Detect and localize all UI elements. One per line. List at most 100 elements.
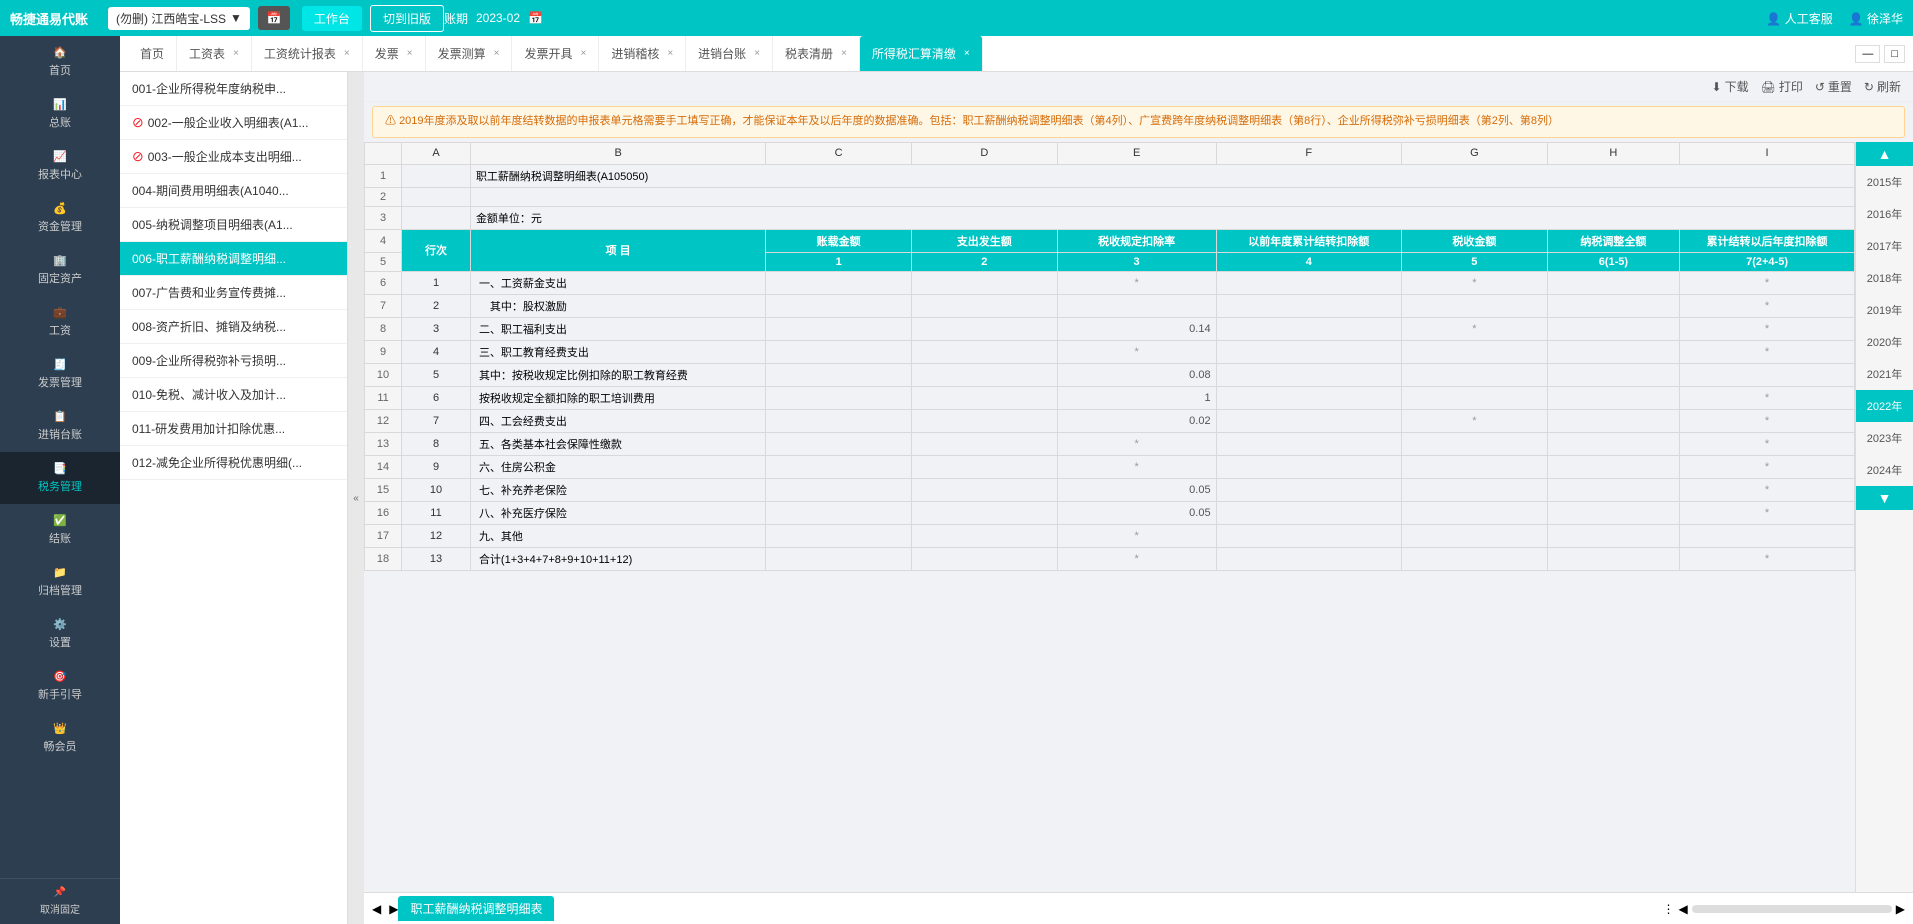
cell-e13[interactable]: *	[1057, 432, 1216, 455]
spreadsheet-container[interactable]: A B C D E F G H I	[364, 142, 1855, 892]
seq-10[interactable]: 5	[402, 363, 471, 386]
cell-g17[interactable]	[1402, 524, 1548, 547]
cell-d11[interactable]	[911, 386, 1057, 409]
cell-d16[interactable]	[911, 501, 1057, 524]
form-item-006[interactable]: 006-职工薪酬纳税调整明细...	[120, 242, 347, 276]
cell-c13[interactable]	[766, 432, 912, 455]
cell-i13[interactable]: *	[1680, 432, 1855, 455]
cell-d15[interactable]	[911, 478, 1057, 501]
cell-c18[interactable]	[766, 547, 912, 570]
cell-g8[interactable]: *	[1402, 317, 1548, 340]
cell-e18[interactable]: *	[1057, 547, 1216, 570]
label-17[interactable]: 九、其他	[470, 524, 765, 547]
cell-c11[interactable]	[766, 386, 912, 409]
cell-g16[interactable]	[1402, 501, 1548, 524]
cell-g9[interactable]	[1402, 340, 1548, 363]
cell-g12[interactable]: *	[1402, 409, 1548, 432]
label-18[interactable]: 合计(1+3+4+7+8+9+10+11+12)	[470, 547, 765, 570]
form-item-007[interactable]: 007-广告费和业务宣传费摊...	[120, 276, 347, 310]
cell-a2[interactable]	[402, 187, 471, 206]
cell-d7[interactable]	[911, 294, 1057, 317]
form-item-012[interactable]: 012-减免企业所得税优惠明细(...	[120, 446, 347, 480]
cell-g14[interactable]	[1402, 455, 1548, 478]
label-12[interactable]: 四、工会经费支出	[470, 409, 765, 432]
label-10[interactable]: 其中：按税收规定比例扣除的职工教育经费	[470, 363, 765, 386]
cell-i15[interactable]: *	[1680, 478, 1855, 501]
cell-f16[interactable]	[1216, 501, 1401, 524]
tab-invoice-calc-close[interactable]: ×	[494, 36, 500, 72]
form-item-010[interactable]: 010-免税、减计收入及加计...	[120, 378, 347, 412]
cell-h17[interactable]	[1547, 524, 1679, 547]
year-item-2018[interactable]: 2018年	[1856, 262, 1913, 294]
seq-14[interactable]: 9	[402, 455, 471, 478]
year-item-2015[interactable]: 2015年	[1856, 166, 1913, 198]
print-button[interactable]: 🖨 打印	[1761, 78, 1803, 95]
sidebar-item-assets[interactable]: 🏢 固定资产	[0, 244, 120, 296]
tab-salary[interactable]: 工资表 ×	[177, 36, 252, 72]
seq-6[interactable]: 1	[402, 271, 471, 294]
sidebar-item-salary[interactable]: 💼 工资	[0, 296, 120, 348]
form-item-002[interactable]: ⊘ 002-一般企业收入明细表(A1...	[120, 106, 347, 140]
sheet-tab-active[interactable]: 职工薪酬纳税调整明细表	[398, 896, 554, 921]
cell-h7[interactable]	[1547, 294, 1679, 317]
form-item-001[interactable]: 001-企业所得税年度纳税申...	[120, 72, 347, 106]
sidebar-item-ledger[interactable]: 📊 总账	[0, 88, 120, 140]
cell-c15[interactable]	[766, 478, 912, 501]
cell-f7[interactable]	[1216, 294, 1401, 317]
cell-c12[interactable]	[766, 409, 912, 432]
cell-a1[interactable]	[402, 164, 471, 187]
cell-f9[interactable]	[1216, 340, 1401, 363]
cell-i14[interactable]: *	[1680, 455, 1855, 478]
form-item-009[interactable]: 009-企业所得税弥补亏损明...	[120, 344, 347, 378]
cell-i7[interactable]: *	[1680, 294, 1855, 317]
sidebar-item-archive[interactable]: 📁 归档管理	[0, 556, 120, 608]
cell-f15[interactable]	[1216, 478, 1401, 501]
calendar-icon[interactable]: 📅	[258, 6, 290, 30]
support-link[interactable]: 👤 人工客服	[1766, 10, 1832, 27]
cell-f18[interactable]	[1216, 547, 1401, 570]
workbench-button[interactable]: 工作台	[302, 6, 362, 31]
cell-i17[interactable]	[1680, 524, 1855, 547]
year-item-2017[interactable]: 2017年	[1856, 230, 1913, 262]
tab-tax-settle-close[interactable]: ×	[964, 36, 970, 72]
year-scroll-down[interactable]: ▼	[1856, 486, 1913, 510]
cell-i16[interactable]: *	[1680, 501, 1855, 524]
year-item-2020[interactable]: 2020年	[1856, 326, 1913, 358]
bottom-options-icon[interactable]: ⋮	[1663, 902, 1675, 916]
cell-c10[interactable]	[766, 363, 912, 386]
form-item-011[interactable]: 011-研发费用加计扣除优惠...	[120, 412, 347, 446]
cell-h6[interactable]	[1547, 271, 1679, 294]
sidebar-item-member[interactable]: 👑 畅会员	[0, 712, 120, 764]
tab-sales-audit[interactable]: 进销稽核 ×	[599, 36, 686, 72]
cell-e9[interactable]: *	[1057, 340, 1216, 363]
cell-c8[interactable]	[766, 317, 912, 340]
cell-d9[interactable]	[911, 340, 1057, 363]
tab-invoice-issue[interactable]: 发票开具 ×	[512, 36, 599, 72]
cell-c6[interactable]	[766, 271, 912, 294]
cell-e8[interactable]: 0.14	[1057, 317, 1216, 340]
cell-i18[interactable]: *	[1680, 547, 1855, 570]
tab-maximize-button[interactable]: □	[1884, 45, 1905, 63]
cell-h10[interactable]	[1547, 363, 1679, 386]
cell-e11[interactable]: 1	[1057, 386, 1216, 409]
year-item-2024[interactable]: 2024年	[1856, 454, 1913, 486]
tab-tax-settle[interactable]: 所得税汇算清缴 ×	[860, 36, 983, 72]
cell-d6[interactable]	[911, 271, 1057, 294]
form-item-003[interactable]: ⊘ 003-一般企业成本支出明细...	[120, 140, 347, 174]
seq-7[interactable]: 2	[402, 294, 471, 317]
tab-sales-ledger[interactable]: 进销台账 ×	[686, 36, 773, 72]
cell-g13[interactable]	[1402, 432, 1548, 455]
cell-h8[interactable]	[1547, 317, 1679, 340]
tab-salary-report[interactable]: 工资统计报表 ×	[252, 36, 363, 72]
seq-8[interactable]: 3	[402, 317, 471, 340]
label-15[interactable]: 七、补充养老保险	[470, 478, 765, 501]
cell-g7[interactable]	[1402, 294, 1548, 317]
sidebar-item-home[interactable]: 🏠 首页	[0, 36, 120, 88]
cell-i6[interactable]: *	[1680, 271, 1855, 294]
cell-i8[interactable]: *	[1680, 317, 1855, 340]
cell-e12[interactable]: 0.02	[1057, 409, 1216, 432]
tab-tax-list[interactable]: 税表清册 ×	[773, 36, 860, 72]
cell-c9[interactable]	[766, 340, 912, 363]
sidebar-item-tax[interactable]: 📑 税务管理	[0, 452, 120, 504]
download-button[interactable]: ⬇ 下载	[1712, 78, 1749, 95]
